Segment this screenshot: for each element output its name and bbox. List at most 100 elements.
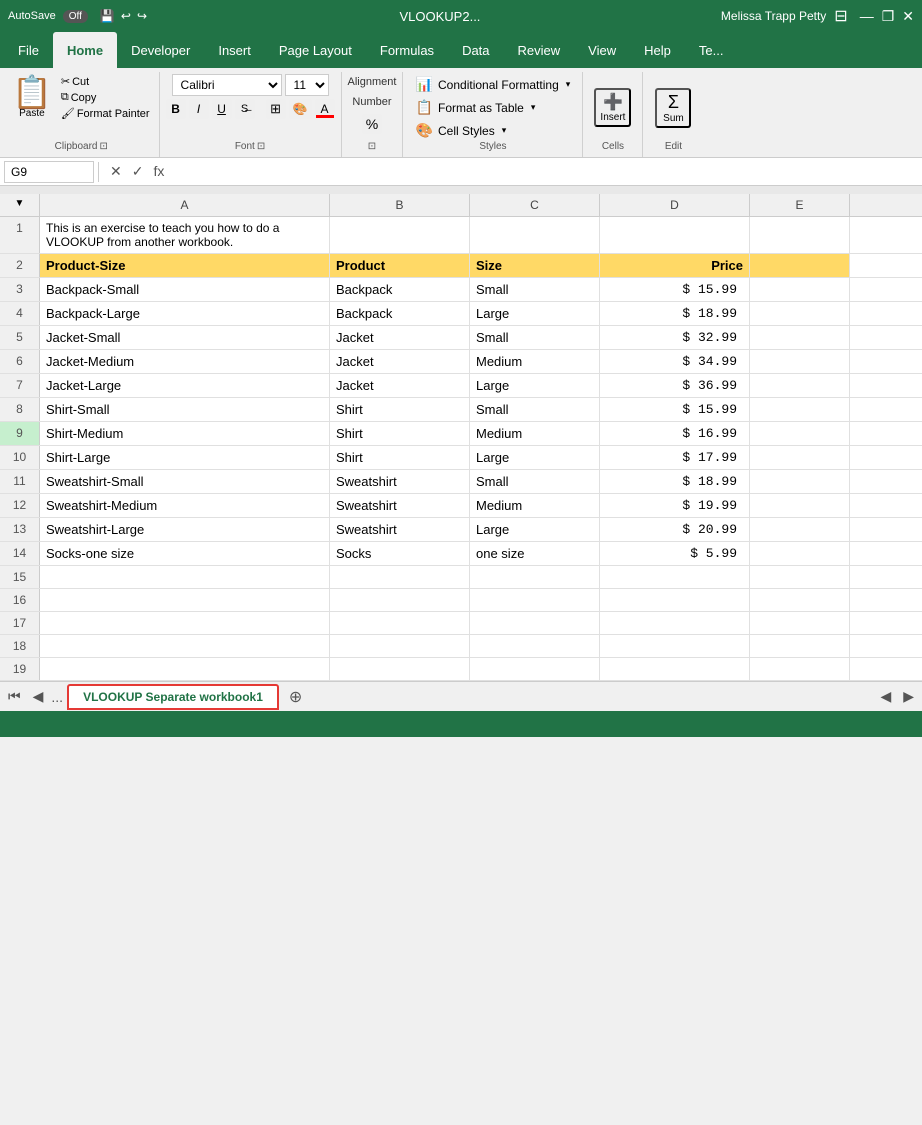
select-all-icon[interactable]: ▼ (0, 194, 39, 216)
cell-r8-c3[interactable]: Small (470, 398, 600, 421)
col-header-d[interactable]: D (600, 194, 750, 216)
cell-r1-c4[interactable] (600, 217, 750, 253)
cell-styles-dropdown-icon[interactable]: ▾ (502, 125, 507, 136)
cell-r12-c3[interactable]: Medium (470, 494, 600, 517)
cell-r10-c4[interactable]: $ 17.99 (600, 446, 750, 469)
sheet-tab-dots[interactable]: ... (51, 689, 63, 705)
cell-r1-c5[interactable] (750, 217, 850, 253)
alignment-expand[interactable]: ⊡ (368, 141, 376, 152)
cell-r18-c3[interactable] (470, 635, 600, 657)
cell-r7-c4[interactable]: $ 36.99 (600, 374, 750, 397)
cell-r6-c2[interactable]: Jacket (330, 350, 470, 373)
tab-home[interactable]: Home (53, 32, 117, 68)
tab-view[interactable]: View (574, 32, 630, 68)
close-button[interactable]: ✕ (902, 8, 914, 25)
cell-r14-c2[interactable]: Socks (330, 542, 470, 565)
cell-r4-c4[interactable]: $ 18.99 (600, 302, 750, 325)
cell-r2-c5[interactable] (750, 254, 850, 277)
conditional-formatting-button[interactable]: 📊 Conditional Formatting ▾ (412, 74, 575, 95)
cell-r5-c2[interactable]: Jacket (330, 326, 470, 349)
cell-r8-c2[interactable]: Shirt (330, 398, 470, 421)
confirm-formula-icon[interactable]: ✓ (129, 162, 147, 181)
row-num-5[interactable]: 5 (0, 326, 40, 349)
cell-r15-c3[interactable] (470, 566, 600, 588)
row-num-4[interactable]: 4 (0, 302, 40, 325)
fmt-table-dropdown-icon[interactable]: ▾ (531, 102, 536, 113)
save-icon[interactable]: 💾 (100, 9, 115, 23)
cell-r9-c4[interactable]: $ 16.99 (600, 422, 750, 445)
bold-button[interactable]: B (166, 99, 186, 119)
cell-r1-c1[interactable]: This is an exercise to teach you how to … (40, 217, 330, 253)
cell-r7-c1[interactable]: Jacket-Large (40, 374, 330, 397)
cell-r9-c3[interactable]: Medium (470, 422, 600, 445)
autosum-button[interactable]: Σ Sum (655, 88, 691, 128)
restore-button[interactable]: ❐ (882, 8, 895, 25)
autosave-label[interactable]: AutoSave Off (8, 10, 88, 22)
row-num-3[interactable]: 3 (0, 278, 40, 301)
cell-r5-c5[interactable] (750, 326, 850, 349)
cell-r17-c5[interactable] (750, 612, 850, 634)
row-num-16[interactable]: 16 (0, 589, 40, 611)
cell-r14-c4[interactable]: $ 5.99 (600, 542, 750, 565)
cell-r19-c1[interactable] (40, 658, 330, 680)
format-as-table-button[interactable]: 📋 Format as Table ▾ (412, 97, 540, 118)
cell-r10-c1[interactable]: Shirt-Large (40, 446, 330, 469)
add-sheet-button[interactable]: ⊕ (283, 685, 308, 709)
cell-r13-c1[interactable]: Sweatshirt-Large (40, 518, 330, 541)
row-num-7[interactable]: 7 (0, 374, 40, 397)
cell-r19-c2[interactable] (330, 658, 470, 680)
italic-button[interactable]: I (189, 99, 209, 119)
cell-r6-c4[interactable]: $ 34.99 (600, 350, 750, 373)
format-painter-button[interactable]: 🖌 Format Painter (58, 106, 153, 121)
cell-r11-c2[interactable]: Sweatshirt (330, 470, 470, 493)
cell-r3-c1[interactable]: Backpack-Small (40, 278, 330, 301)
cell-r4-c2[interactable]: Backpack (330, 302, 470, 325)
sheet-tab-vlookup[interactable]: VLOOKUP Separate workbook1 (67, 684, 279, 710)
cond-fmt-dropdown-icon[interactable]: ▾ (566, 79, 571, 90)
cell-r17-c1[interactable] (40, 612, 330, 634)
paste-button[interactable]: 📋 Paste (10, 74, 54, 121)
redo-icon[interactable]: ↪ (137, 9, 147, 23)
cell-r9-c5[interactable] (750, 422, 850, 445)
scroll-right-btn[interactable]: ▶ (899, 686, 918, 707)
cell-r19-c5[interactable] (750, 658, 850, 680)
cell-r7-c2[interactable]: Jacket (330, 374, 470, 397)
undo-icon[interactable]: ↩ (121, 9, 131, 23)
cell-r3-c3[interactable]: Small (470, 278, 600, 301)
scroll-left-btn[interactable]: ◀ (876, 686, 895, 707)
row-num-18[interactable]: 18 (0, 635, 40, 657)
cell-r10-c3[interactable]: Large (470, 446, 600, 469)
cell-r10-c2[interactable]: Shirt (330, 446, 470, 469)
cell-r7-c5[interactable] (750, 374, 850, 397)
cell-r4-c5[interactable] (750, 302, 850, 325)
cell-r5-c1[interactable]: Jacket-Small (40, 326, 330, 349)
strikethrough-button[interactable]: S̶ (235, 99, 255, 119)
cell-r12-c5[interactable] (750, 494, 850, 517)
font-size-select[interactable]: 11 (285, 74, 329, 96)
font-expand-icon[interactable]: ⊡ (257, 141, 265, 152)
cancel-formula-icon[interactable]: ✕ (107, 162, 125, 181)
tab-data[interactable]: Data (448, 32, 503, 68)
cell-r3-c2[interactable]: Backpack (330, 278, 470, 301)
cell-r6-c1[interactable]: Jacket-Medium (40, 350, 330, 373)
border-button[interactable]: ⊞ (266, 99, 286, 119)
cell-r19-c3[interactable] (470, 658, 600, 680)
row-num-17[interactable]: 17 (0, 612, 40, 634)
insert-function-icon[interactable]: fx (150, 162, 167, 181)
cell-r17-c2[interactable] (330, 612, 470, 634)
col-header-b[interactable]: B (330, 194, 470, 216)
cell-r1-c3[interactable] (470, 217, 600, 253)
cell-r11-c4[interactable]: $ 18.99 (600, 470, 750, 493)
row-num-19[interactable]: 19 (0, 658, 40, 680)
cell-r13-c2[interactable]: Sweatshirt (330, 518, 470, 541)
cell-r13-c4[interactable]: $ 20.99 (600, 518, 750, 541)
col-header-e[interactable]: E (750, 194, 850, 216)
cell-r18-c2[interactable] (330, 635, 470, 657)
font-color-button[interactable]: A (315, 99, 335, 119)
sheet-nav-prev[interactable]: ◀ (29, 686, 48, 707)
cell-r18-c1[interactable] (40, 635, 330, 657)
cell-r15-c2[interactable] (330, 566, 470, 588)
fill-color-button[interactable]: 🎨 (289, 99, 312, 119)
tab-formulas[interactable]: Formulas (366, 32, 448, 68)
cell-r15-c4[interactable] (600, 566, 750, 588)
